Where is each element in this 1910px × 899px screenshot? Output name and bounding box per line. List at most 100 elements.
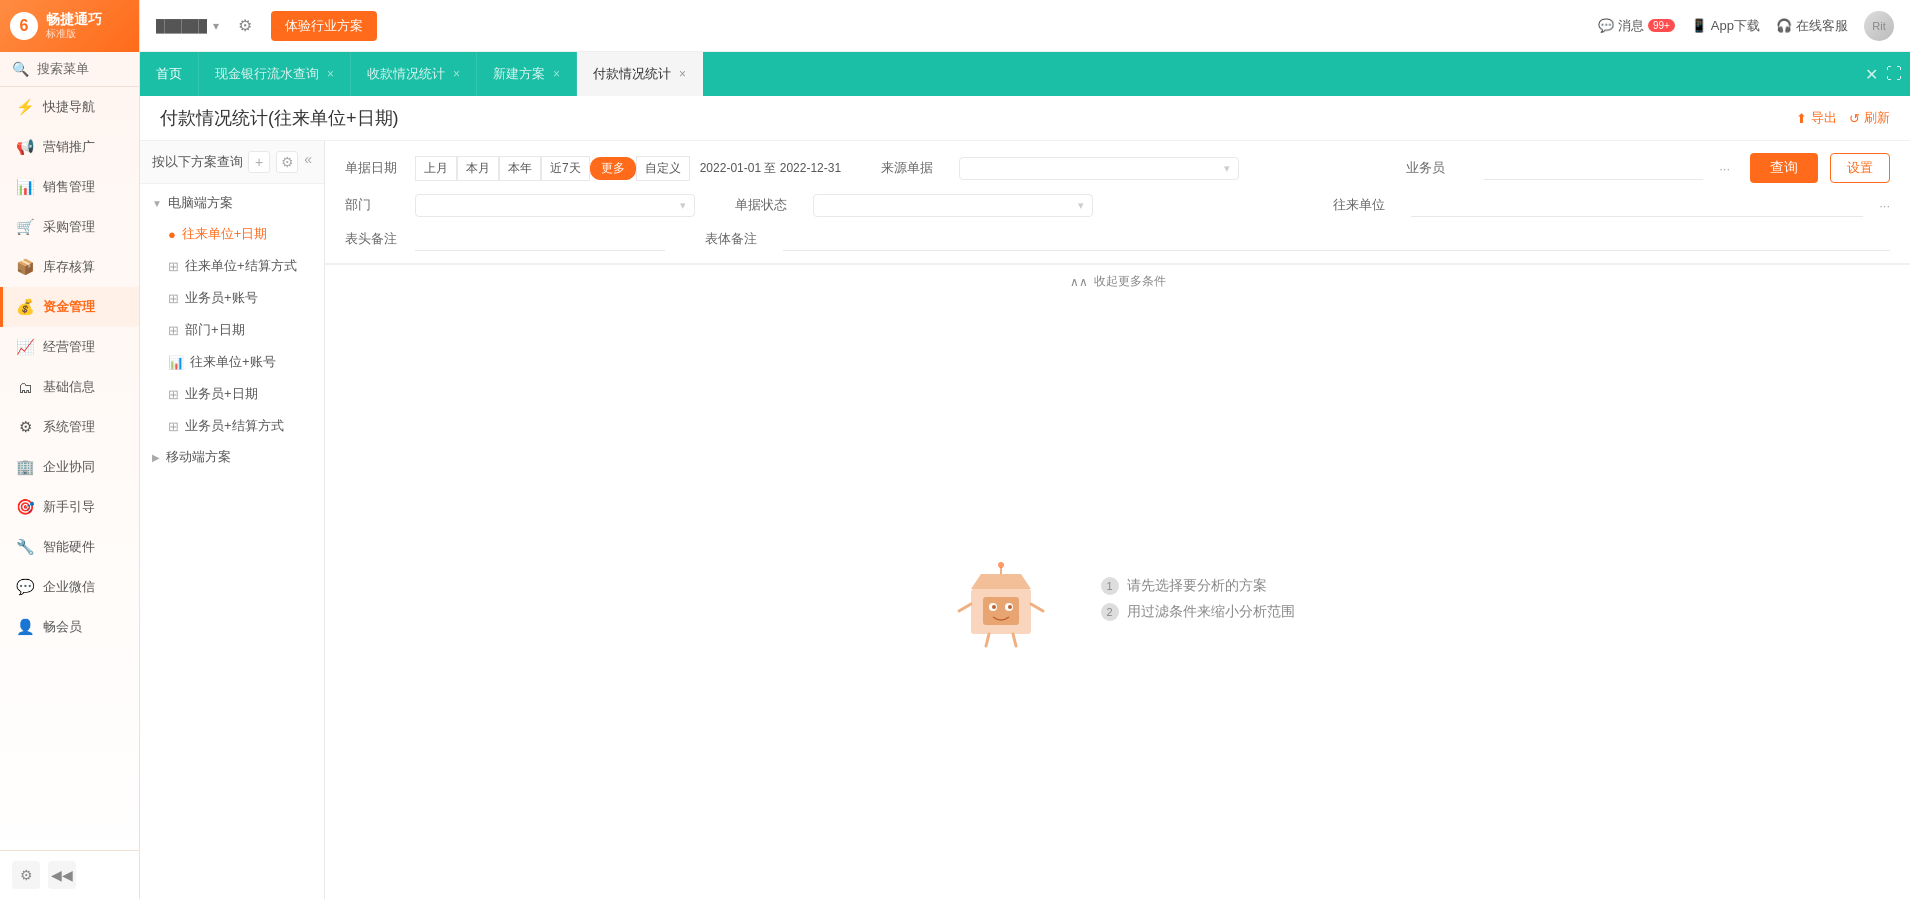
settings-btn[interactable]: 设置	[1830, 153, 1890, 183]
collapse-label: 收起更多条件	[1094, 273, 1166, 290]
sidebar-item-marketing[interactable]: 📢 营销推广	[0, 127, 139, 167]
scheme-settings-btn[interactable]: ⚙	[276, 151, 298, 173]
sidebar-item-capital[interactable]: 💰 资金管理	[0, 287, 139, 327]
content-area: 付款情况统计(往来单位+日期) ⬆ 导出 ↺ 刷新 按以下方案查询 +	[140, 96, 1910, 899]
tab-receipts[interactable]: 收款情况统计 ×	[351, 52, 477, 96]
refresh-btn[interactable]: ↺ 刷新	[1849, 109, 1890, 127]
sidebar-item-label: 基础信息	[43, 378, 95, 396]
date-btn-more[interactable]: 更多	[590, 157, 636, 180]
sidebar-item-wechat[interactable]: 💬 企业微信	[0, 567, 139, 607]
doc-status-label: 单据状态	[735, 196, 805, 214]
source-select[interactable]: ▾	[959, 157, 1239, 180]
header-gear-btn[interactable]: ⚙	[231, 12, 259, 40]
table-body-note-input[interactable]	[783, 227, 1890, 251]
service-icon: 🎧	[1776, 18, 1792, 33]
date-btn-this-month[interactable]: 本月	[457, 156, 499, 181]
staff-input[interactable]	[1484, 156, 1704, 180]
scheme-group-desktop[interactable]: ▼ 电脑端方案	[140, 188, 324, 218]
sidebar-item-enterprise[interactable]: 🏢 企业协同	[0, 447, 139, 487]
counterpart-dots[interactable]: ···	[1879, 198, 1890, 213]
sidebar-item-system[interactable]: ⚙ 系统管理	[0, 407, 139, 447]
tab-cashflow-close[interactable]: ×	[327, 67, 334, 81]
sidebar-nav: ⚡ 快捷导航 📢 营销推广 📊 销售管理 🛒 采购管理 📦 库存核算 💰 资金管…	[0, 87, 139, 850]
sidebar-item-member[interactable]: 👤 畅会员	[0, 607, 139, 647]
sidebar-logo: 6 畅捷通巧 标准版	[0, 0, 139, 52]
export-btn[interactable]: ⬆ 导出	[1796, 109, 1837, 127]
company-selector[interactable]: ██████ ▾	[156, 19, 219, 33]
date-range-input: 2022-01-01 至 2022-12-31	[700, 160, 841, 177]
scheme-item-counterpart-account[interactable]: 📊 往来单位+账号	[140, 346, 324, 378]
filter-area: 单据日期 上月 本月 本年 近7天 更多 自定义 2022-01-01 至 20…	[325, 141, 1910, 264]
tab-cashflow[interactable]: 现金银行流水查询 ×	[199, 52, 351, 96]
top-header: ██████ ▾ ⚙ 体验行业方案 💬 消息 99+ 📱 App下载 🎧 在线客…	[140, 0, 1910, 52]
sidebar-item-quick-nav[interactable]: ⚡ 快捷导航	[0, 87, 139, 127]
sidebar-item-label: 系统管理	[43, 418, 95, 436]
page-title-actions: ⬆ 导出 ↺ 刷新	[1796, 109, 1890, 127]
scheme-group-mobile[interactable]: ▶ 移动端方案	[140, 442, 324, 472]
svg-point-5	[992, 605, 996, 609]
messages-btn[interactable]: 💬 消息 99+	[1598, 17, 1675, 35]
tab-payments[interactable]: 付款情况统计 ×	[577, 52, 703, 96]
date-btn-this-year[interactable]: 本年	[499, 156, 541, 181]
app-download-btn[interactable]: 📱 App下载	[1691, 17, 1760, 35]
online-service-btn[interactable]: 🎧 在线客服	[1776, 17, 1848, 35]
tab-close-all-btn[interactable]: ✕	[1865, 65, 1878, 84]
scheme-collapse-btn[interactable]: «	[304, 151, 312, 173]
sidebar-item-hardware[interactable]: 🔧 智能硬件	[0, 527, 139, 567]
source-dropdown-arrow: ▾	[1224, 162, 1230, 175]
date-btn-custom[interactable]: 自定义	[636, 156, 690, 181]
sidebar-item-operation[interactable]: 📈 经营管理	[0, 327, 139, 367]
sidebar-item-label: 资金管理	[43, 298, 95, 316]
search-menu[interactable]: 🔍 搜索菜单	[0, 52, 139, 87]
scheme-item-label-3: 部门+日期	[185, 321, 245, 339]
date-btn-last7[interactable]: 近7天	[541, 156, 590, 181]
svg-line-10	[1031, 604, 1043, 611]
collapse-sidebar-btn[interactable]: ◀◀	[48, 861, 76, 889]
filter-row-3: 表头备注 表体备注	[345, 227, 1890, 251]
sidebar-item-sales[interactable]: 📊 销售管理	[0, 167, 139, 207]
empty-text-list: 1 请先选择要分析的方案 2 用过滤条件来缩小分析范围	[1101, 577, 1295, 621]
sidebar-item-guide[interactable]: 🎯 新手引导	[0, 487, 139, 527]
trial-btn[interactable]: 体验行业方案	[271, 11, 377, 41]
tab-payments-close[interactable]: ×	[679, 67, 686, 81]
tab-receipts-close[interactable]: ×	[453, 67, 460, 81]
scheme-item-staff-settle[interactable]: ⊞ 业务员+结算方式	[140, 410, 324, 442]
date-btn-last-month[interactable]: 上月	[415, 156, 457, 181]
query-btn[interactable]: 查询	[1750, 153, 1818, 183]
date-range-value: 2022-01-01 至 2022-12-31	[700, 160, 841, 177]
scheme-item-staff-account[interactable]: ⊞ 业务员+账号	[140, 282, 324, 314]
empty-illustration	[941, 549, 1061, 649]
counterpart-label: 往来单位	[1333, 196, 1403, 214]
scheme-item-dept-date[interactable]: ⊞ 部门+日期	[140, 314, 324, 346]
dept-select[interactable]: ▾	[415, 194, 695, 217]
source-label: 来源单据	[881, 159, 951, 177]
sidebar-item-inventory[interactable]: 📦 库存核算	[0, 247, 139, 287]
export-icon: ⬆	[1796, 111, 1807, 126]
tab-fullscreen-btn[interactable]: ⛶	[1886, 65, 1902, 83]
sidebar-item-basic-info[interactable]: 🗂 基础信息	[0, 367, 139, 407]
sidebar-item-label: 采购管理	[43, 218, 95, 236]
scheme-item-counterpart-settle[interactable]: ⊞ 往来单位+结算方式	[140, 250, 324, 282]
user-avatar[interactable]: Rit	[1864, 11, 1894, 41]
logo-icon: 6	[10, 12, 38, 40]
doc-status-select[interactable]: ▾	[813, 194, 1093, 217]
scheme-add-btn[interactable]: +	[248, 151, 270, 173]
tab-new-scheme-close[interactable]: ×	[553, 67, 560, 81]
scheme-item-icon-3: ⊞	[168, 323, 179, 338]
dept-dropdown-arrow: ▾	[680, 199, 686, 212]
scheme-item-staff-date[interactable]: ⊞ 业务员+日期	[140, 378, 324, 410]
collapse-more-btn[interactable]: ∧∧ 收起更多条件	[345, 265, 1890, 298]
tip-badge-2: 2	[1101, 603, 1119, 621]
counterpart-input[interactable]	[1411, 193, 1864, 217]
staff-dots[interactable]: ···	[1719, 161, 1730, 176]
tab-new-scheme[interactable]: 新建方案 ×	[477, 52, 577, 96]
sidebar-item-label: 智能硬件	[43, 538, 95, 556]
group-label-desktop: 电脑端方案	[168, 194, 233, 212]
table-header-note-input[interactable]	[415, 227, 665, 251]
tip-text-1: 请先选择要分析的方案	[1127, 577, 1267, 595]
sidebar-item-purchase[interactable]: 🛒 采购管理	[0, 207, 139, 247]
tab-home[interactable]: 首页	[140, 52, 199, 96]
settings-footer-btn[interactable]: ⚙	[12, 861, 40, 889]
scheme-item-counterpart-date[interactable]: ● 往来单位+日期	[140, 218, 324, 250]
sidebar-item-label: 营销推广	[43, 138, 95, 156]
